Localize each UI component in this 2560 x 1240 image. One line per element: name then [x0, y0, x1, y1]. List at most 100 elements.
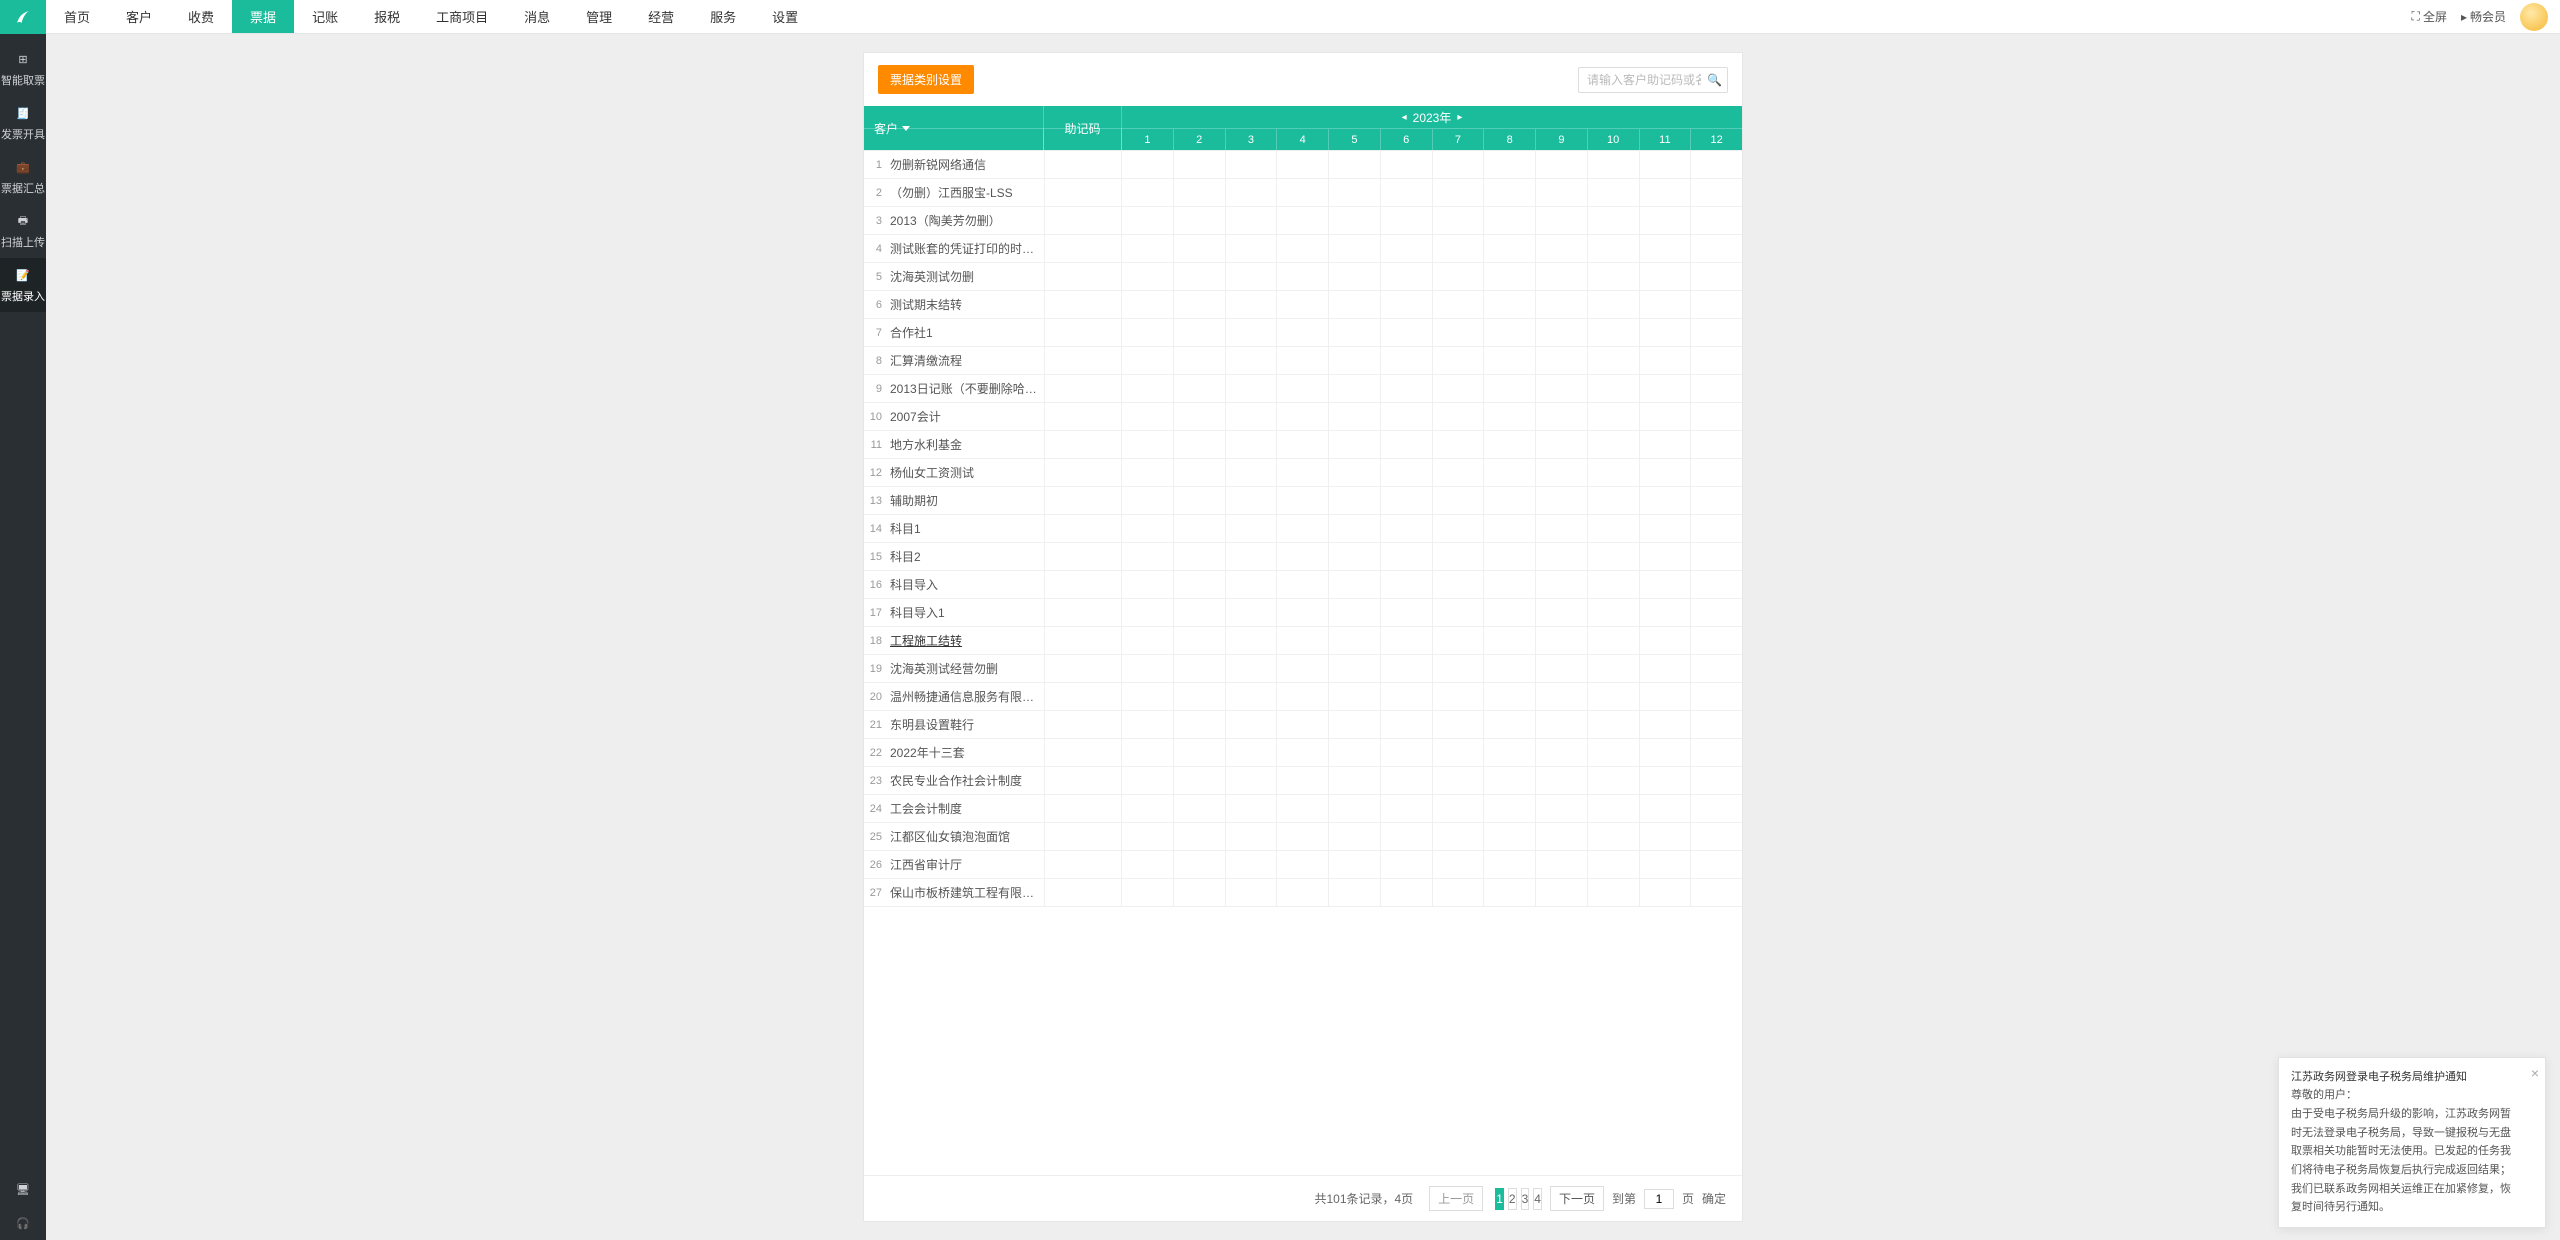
- cell[interactable]: [1226, 207, 1278, 234]
- cell[interactable]: [1174, 179, 1226, 206]
- cell[interactable]: [1640, 375, 1692, 402]
- cell[interactable]: [1640, 487, 1692, 514]
- cell[interactable]: [1536, 207, 1588, 234]
- cell[interactable]: [1381, 599, 1433, 626]
- month-header-10[interactable]: 10: [1588, 129, 1640, 150]
- cell[interactable]: [1226, 683, 1278, 710]
- cell[interactable]: [1277, 739, 1329, 766]
- cell[interactable]: [1640, 263, 1692, 290]
- cell[interactable]: [1174, 571, 1226, 598]
- cell[interactable]: [1536, 515, 1588, 542]
- cell[interactable]: [1226, 179, 1278, 206]
- cell[interactable]: [1122, 375, 1174, 402]
- cell[interactable]: [1329, 291, 1381, 318]
- cell[interactable]: [1226, 655, 1278, 682]
- cell[interactable]: [1433, 571, 1485, 598]
- cell[interactable]: [1381, 627, 1433, 654]
- cell[interactable]: [1691, 599, 1742, 626]
- cell[interactable]: [1381, 851, 1433, 878]
- cell[interactable]: [1381, 571, 1433, 598]
- cell[interactable]: [1174, 347, 1226, 374]
- cell[interactable]: [1640, 319, 1692, 346]
- cell[interactable]: [1588, 823, 1640, 850]
- cell[interactable]: [1329, 795, 1381, 822]
- cell[interactable]: [1640, 823, 1692, 850]
- cell[interactable]: [1536, 655, 1588, 682]
- cell[interactable]: [1640, 235, 1692, 262]
- cell[interactable]: [1484, 739, 1536, 766]
- pager-page-4[interactable]: 4: [1533, 1188, 1542, 1210]
- cell[interactable]: [1536, 459, 1588, 486]
- cell[interactable]: [1588, 403, 1640, 430]
- cell[interactable]: [1588, 795, 1640, 822]
- cell[interactable]: [1226, 823, 1278, 850]
- cell[interactable]: [1536, 711, 1588, 738]
- cell[interactable]: [1226, 851, 1278, 878]
- cell[interactable]: [1122, 739, 1174, 766]
- cell[interactable]: [1329, 431, 1381, 458]
- nav-item-7[interactable]: 消息: [506, 0, 568, 33]
- cell[interactable]: [1588, 347, 1640, 374]
- cell[interactable]: [1329, 179, 1381, 206]
- cell[interactable]: [1329, 403, 1381, 430]
- nav-item-5[interactable]: 报税: [356, 0, 418, 33]
- cell[interactable]: [1329, 543, 1381, 570]
- cell[interactable]: [1484, 263, 1536, 290]
- cell[interactable]: [1381, 487, 1433, 514]
- cell[interactable]: [1484, 851, 1536, 878]
- cell[interactable]: [1277, 795, 1329, 822]
- cell[interactable]: [1640, 711, 1692, 738]
- month-header-12[interactable]: 12: [1691, 129, 1742, 150]
- cell[interactable]: [1588, 375, 1640, 402]
- cell[interactable]: [1691, 823, 1742, 850]
- cell[interactable]: [1277, 571, 1329, 598]
- cell[interactable]: [1640, 207, 1692, 234]
- cell[interactable]: [1381, 319, 1433, 346]
- cell[interactable]: [1433, 291, 1485, 318]
- cell[interactable]: [1174, 151, 1226, 178]
- cell[interactable]: [1588, 291, 1640, 318]
- cell[interactable]: [1277, 879, 1329, 906]
- sidebar-item-3[interactable]: 🖶扫描上传: [0, 204, 46, 258]
- cell[interactable]: [1329, 823, 1381, 850]
- nav-item-6[interactable]: 工商项目: [418, 0, 506, 33]
- cell[interactable]: [1122, 599, 1174, 626]
- cell[interactable]: [1640, 767, 1692, 794]
- cell[interactable]: [1691, 291, 1742, 318]
- cell[interactable]: [1691, 711, 1742, 738]
- nav-item-3[interactable]: 票据: [232, 0, 294, 33]
- pager-goto-input[interactable]: [1644, 1189, 1674, 1209]
- cell[interactable]: [1484, 543, 1536, 570]
- cell[interactable]: [1277, 403, 1329, 430]
- cell[interactable]: [1640, 347, 1692, 374]
- cell[interactable]: [1329, 879, 1381, 906]
- cell[interactable]: [1329, 459, 1381, 486]
- cell[interactable]: [1433, 319, 1485, 346]
- cell[interactable]: [1381, 291, 1433, 318]
- sidebar-download[interactable]: 🖥: [0, 1172, 46, 1206]
- cell[interactable]: [1174, 431, 1226, 458]
- cell[interactable]: [1433, 711, 1485, 738]
- cell[interactable]: [1691, 795, 1742, 822]
- cell[interactable]: [1381, 655, 1433, 682]
- cell[interactable]: [1484, 235, 1536, 262]
- cell[interactable]: [1536, 627, 1588, 654]
- cell[interactable]: [1329, 319, 1381, 346]
- cell[interactable]: [1640, 739, 1692, 766]
- cell[interactable]: [1433, 823, 1485, 850]
- cell[interactable]: [1381, 179, 1433, 206]
- cell[interactable]: [1122, 543, 1174, 570]
- cell[interactable]: [1536, 319, 1588, 346]
- cell[interactable]: [1640, 795, 1692, 822]
- cell[interactable]: [1329, 571, 1381, 598]
- cell[interactable]: [1433, 739, 1485, 766]
- cell[interactable]: [1226, 543, 1278, 570]
- cell[interactable]: [1691, 263, 1742, 290]
- cell[interactable]: [1691, 151, 1742, 178]
- cell[interactable]: [1484, 347, 1536, 374]
- cell[interactable]: [1640, 291, 1692, 318]
- cell[interactable]: [1484, 291, 1536, 318]
- cell[interactable]: [1122, 431, 1174, 458]
- cell[interactable]: [1691, 347, 1742, 374]
- cell[interactable]: [1536, 739, 1588, 766]
